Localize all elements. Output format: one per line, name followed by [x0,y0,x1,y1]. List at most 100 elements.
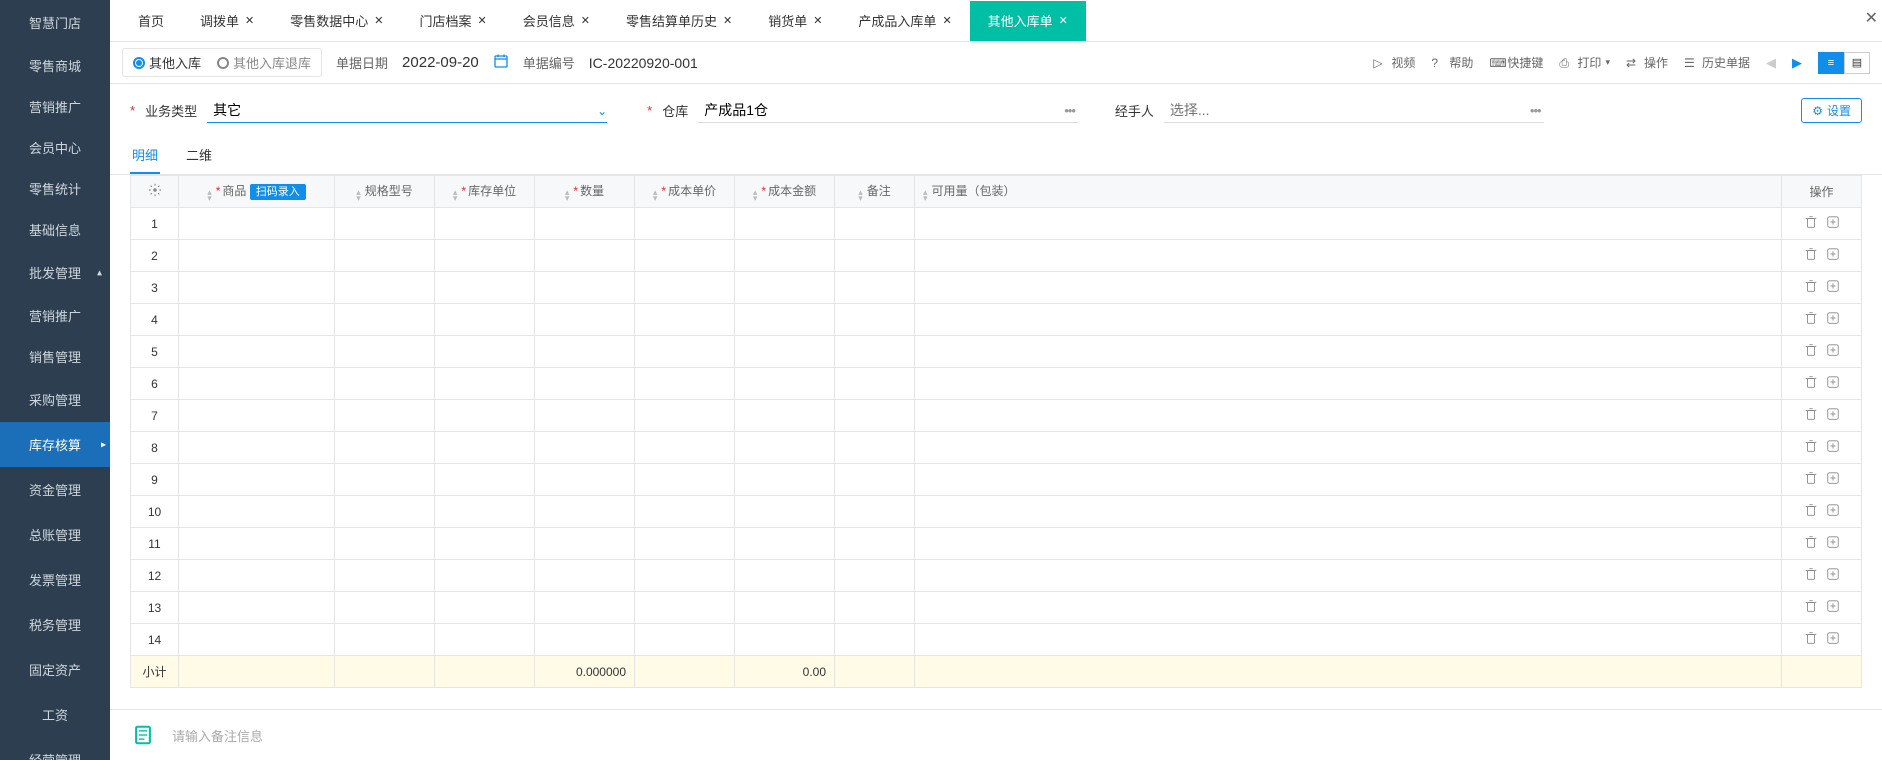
table-row[interactable]: 9 [131,464,1862,496]
sidebar-item-5[interactable]: 基础信息 [0,209,110,250]
delete-icon[interactable] [1804,439,1818,456]
add-icon[interactable] [1826,471,1840,488]
table-row[interactable]: 11 [131,528,1862,560]
sidebar-item-1[interactable]: 零售商城 [0,45,110,86]
sidebar-item-14[interactable]: 税务管理 [0,602,110,647]
chevron-down-icon[interactable]: ⌄ [597,104,607,118]
close-icon[interactable]: ✕ [813,14,822,27]
print-link[interactable]: ⎙打印▾ [1559,54,1610,71]
tab-8[interactable]: 其他入库单✕ [970,1,1086,41]
view-grid-button[interactable]: ▤ [1844,52,1870,74]
ellipsis-icon[interactable]: ••• [1530,103,1541,118]
add-icon[interactable] [1826,631,1840,648]
table-row[interactable]: 6 [131,368,1862,400]
delete-icon[interactable] [1804,471,1818,488]
table-row[interactable]: 2 [131,240,1862,272]
delete-icon[interactable] [1804,631,1818,648]
history-link[interactable]: ☰历史单据 [1684,54,1750,71]
col-product[interactable]: ▴▾*商品 扫码录入 [179,176,335,208]
add-icon[interactable] [1826,247,1840,264]
col-available[interactable]: ▴▾可用量（包装） [915,176,1782,208]
delete-icon[interactable] [1804,279,1818,296]
add-icon[interactable] [1826,279,1840,296]
add-icon[interactable] [1826,407,1840,424]
tab-4[interactable]: 会员信息✕ [505,1,608,41]
table-row[interactable]: 10 [131,496,1862,528]
settings-button[interactable]: ⚙ 设置 [1801,98,1862,123]
sidebar-item-11[interactable]: 资金管理 [0,467,110,512]
col-spec[interactable]: ▴▾规格型号 [335,176,435,208]
col-remark[interactable]: ▴▾备注 [835,176,915,208]
date-value[interactable]: 2022-09-20 [402,54,479,71]
radio-other-in-return[interactable]: 其他入库退库 [217,53,311,72]
table-row[interactable]: 1 [131,208,1862,240]
sidebar-item-12[interactable]: 总账管理 [0,512,110,557]
add-icon[interactable] [1826,439,1840,456]
sidebar-item-6[interactable]: 批发管理 [0,250,110,295]
chevron-left-icon[interactable]: ◀ [1766,55,1776,71]
close-icon[interactable]: ✕ [245,14,254,27]
delete-icon[interactable] [1804,247,1818,264]
close-icon[interactable]: ✕ [374,14,383,27]
close-icon[interactable]: ✕ [942,14,951,27]
sidebar-item-10[interactable]: 库存核算 [0,422,110,467]
sidebar-item-15[interactable]: 固定资产 [0,647,110,692]
col-cost-amount[interactable]: ▴▾*成本金额 [735,176,835,208]
sidebar-item-17[interactable]: 经营管理 [0,737,110,760]
calendar-icon[interactable] [493,53,509,72]
add-icon[interactable] [1826,375,1840,392]
add-icon[interactable] [1826,599,1840,616]
col-unit[interactable]: ▴▾*库存单位 [435,176,535,208]
table-row[interactable]: 13 [131,592,1862,624]
close-all-tabs[interactable]: ✕ [1865,8,1878,28]
delete-icon[interactable] [1804,375,1818,392]
add-icon[interactable] [1826,567,1840,584]
sidebar-item-16[interactable]: 工资 [0,692,110,737]
table-row[interactable]: 7 [131,400,1862,432]
tab-detail[interactable]: 明细 [130,137,160,174]
sidebar-item-4[interactable]: 零售统计 [0,168,110,209]
help-link[interactable]: ?帮助 [1431,54,1473,71]
tab-0[interactable]: 首页 [120,1,182,41]
video-link[interactable]: ▷视频 [1373,54,1415,71]
close-icon[interactable]: ✕ [1059,14,1068,27]
shortcut-link[interactable]: ⌨快捷键 [1489,54,1543,71]
sidebar-item-3[interactable]: 会员中心 [0,127,110,168]
tab-two-dim[interactable]: 二维 [184,137,214,174]
sidebar-item-8[interactable]: 销售管理 [0,336,110,377]
add-icon[interactable] [1826,343,1840,360]
tab-3[interactable]: 门店档案✕ [401,1,504,41]
delete-icon[interactable] [1804,567,1818,584]
radio-other-in[interactable]: 其他入库 [133,53,201,72]
view-list-button[interactable]: ≡ [1818,52,1844,74]
col-qty[interactable]: ▴▾*数量 [535,176,635,208]
ellipsis-icon[interactable]: ••• [1064,103,1075,118]
table-row[interactable]: 12 [131,560,1862,592]
gear-header[interactable] [131,176,179,208]
sidebar-item-0[interactable]: 智慧门店 [0,0,110,45]
table-row[interactable]: 14 [131,624,1862,656]
tab-6[interactable]: 销货单✕ [750,1,840,41]
close-icon[interactable]: ✕ [478,14,487,27]
chevron-right-icon[interactable]: ▶ [1792,55,1802,71]
biz-type-input[interactable] [207,98,607,123]
add-icon[interactable] [1826,311,1840,328]
note-placeholder[interactable]: 请输入备注信息 [172,726,263,745]
table-row[interactable]: 4 [131,304,1862,336]
tab-2[interactable]: 零售数据中心✕ [272,1,401,41]
sidebar-item-13[interactable]: 发票管理 [0,557,110,602]
sidebar-item-7[interactable]: 营销推广 [0,295,110,336]
close-icon[interactable]: ✕ [723,14,732,27]
add-icon[interactable] [1826,535,1840,552]
delete-icon[interactable] [1804,407,1818,424]
add-icon[interactable] [1826,215,1840,232]
delete-icon[interactable] [1804,311,1818,328]
table-row[interactable]: 3 [131,272,1862,304]
tab-5[interactable]: 零售结算单历史✕ [608,1,750,41]
add-icon[interactable] [1826,503,1840,520]
warehouse-input[interactable] [698,98,1078,123]
col-cost-price[interactable]: ▴▾*成本单价 [635,176,735,208]
scan-badge[interactable]: 扫码录入 [250,184,306,200]
table-row[interactable]: 5 [131,336,1862,368]
delete-icon[interactable] [1804,215,1818,232]
